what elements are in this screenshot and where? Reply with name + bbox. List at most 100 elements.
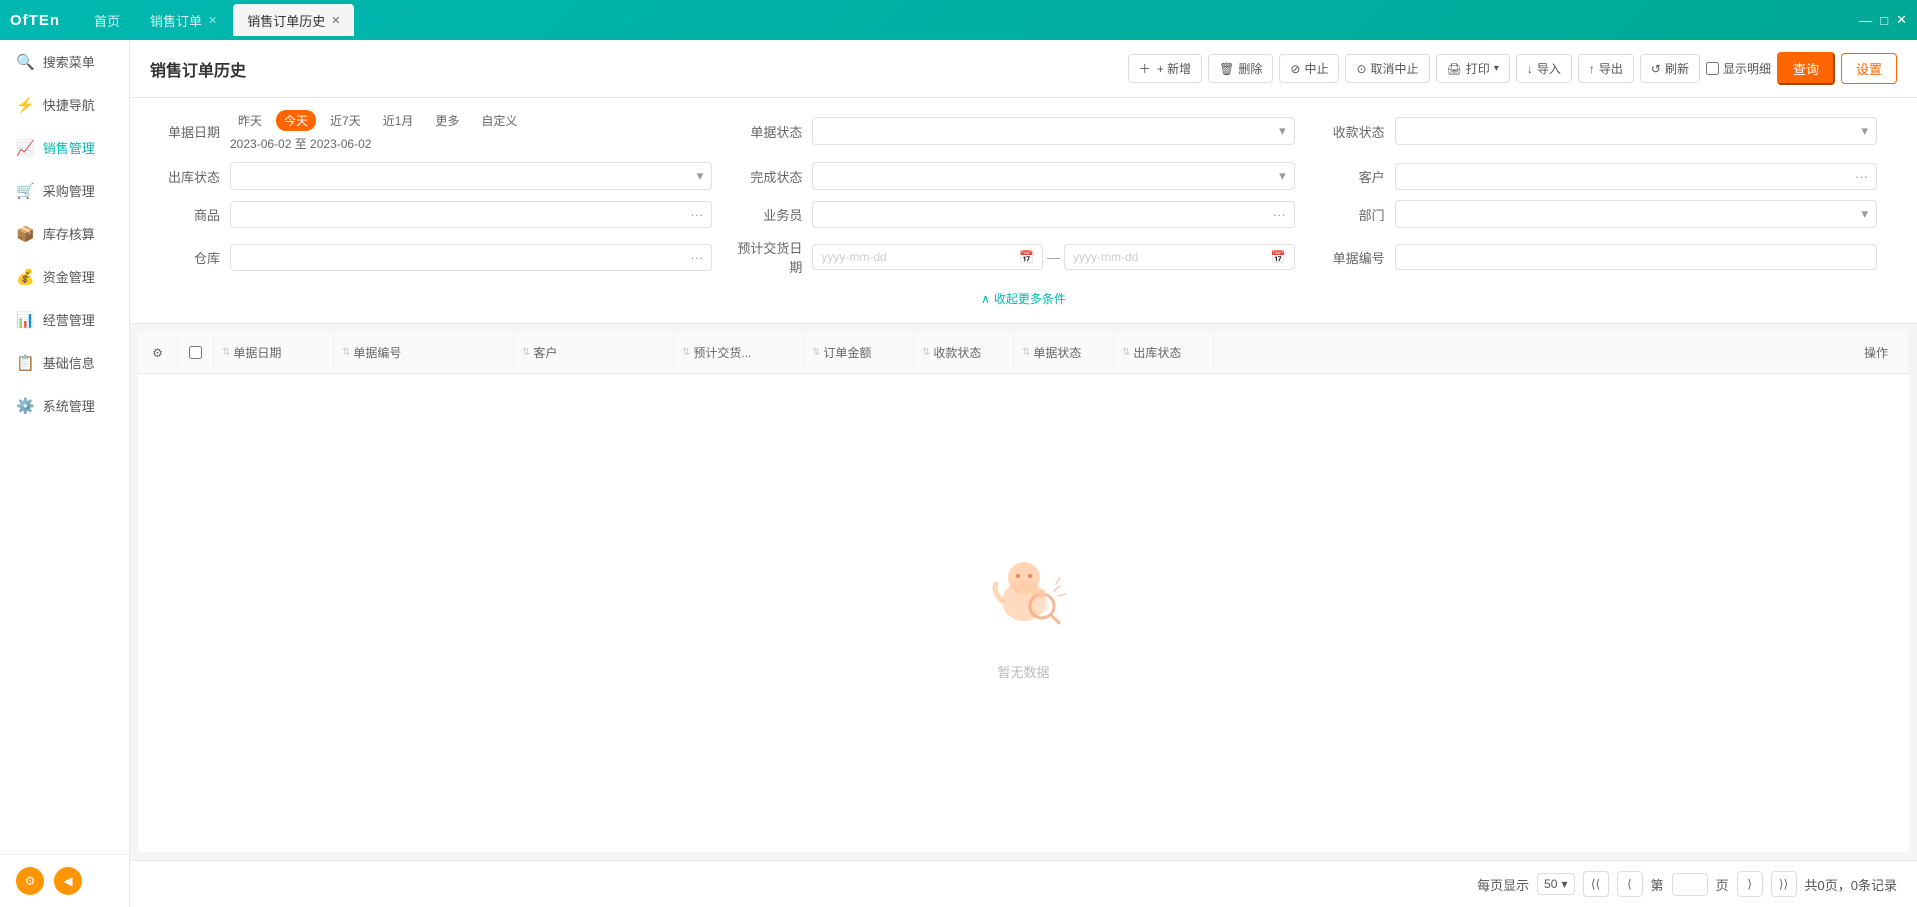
empty-icon (974, 546, 1074, 646)
date-more[interactable]: 更多 (427, 110, 467, 131)
export-icon: ↑ (1589, 62, 1595, 76)
th-settings[interactable]: ⚙ (138, 336, 178, 370)
settings-bottom-icon[interactable]: ⚙ (16, 867, 44, 895)
close-tab-history-icon[interactable]: ✕ (331, 14, 340, 27)
cancel-stop-button[interactable]: ⊙ 取消中止 (1345, 54, 1429, 83)
quick-nav-icon: ⚡ (16, 96, 35, 114)
delete-button[interactable]: 🗑 删除 (1208, 54, 1273, 83)
plus-icon: ＋ (1139, 60, 1151, 77)
complete-status-label: 完成状态 (732, 167, 812, 186)
expected-date-end[interactable]: yyyy-mm-dd 📅 (1064, 244, 1295, 270)
expected-date-start[interactable]: yyyy-mm-dd 📅 (812, 244, 1043, 270)
customer-field[interactable]: ··· (1395, 163, 1877, 190)
print-arrow-icon: ▾ (1494, 63, 1499, 74)
collapse-bar[interactable]: ∧ 收起更多条件 (150, 286, 1897, 311)
order-status-arrow-icon: ▾ (1279, 123, 1286, 139)
page-header: 销售订单历史 ＋ + 新增 🗑 删除 ⊘ 中止 ⊙ 取消中止 (130, 40, 1917, 98)
out-status-select[interactable]: ▾ (230, 162, 712, 190)
th-order-no[interactable]: ⇅ 单据编号 (334, 334, 514, 371)
department-select[interactable]: ▾ (1395, 200, 1877, 228)
sort-icon-customer: ⇅ (522, 347, 530, 358)
date-custom[interactable]: 自定义 (473, 110, 525, 131)
date-1month[interactable]: 近1月 (375, 110, 422, 131)
select-all-checkbox[interactable] (189, 346, 202, 359)
order-status-select[interactable]: ▾ (812, 117, 1294, 145)
warehouse-dots-icon: ··· (690, 250, 703, 265)
sidebar-item-search[interactable]: 🔍 搜索菜单 (0, 40, 129, 83)
out-status-label: 出库状态 (150, 167, 230, 186)
sidebar-item-finance[interactable]: 💰 资金管理 (0, 255, 129, 298)
salesperson-dots-icon: ··· (1273, 207, 1286, 222)
department-label: 部门 (1315, 205, 1395, 224)
th-action: 操作 (1214, 334, 1909, 371)
order-no-input[interactable] (1395, 244, 1877, 270)
collapse-sidebar-icon[interactable]: ◀ (54, 867, 82, 895)
table-header: ⚙ ⇅ 单据日期 ⇅ 单据编号 ⇅ 客户 ⇅ (138, 332, 1909, 374)
page-number-input[interactable]: 1 (1672, 873, 1708, 896)
sidebar-item-system[interactable]: ⚙️ 系统管理 (0, 384, 129, 427)
minimize-icon[interactable]: — (1859, 13, 1872, 28)
date-filter-wrapper: 昨天 今天 近7天 近1月 更多 自定义 2023-06-02 至 2023-0… (230, 110, 525, 152)
tab-list: 首页 销售订单 ✕ 销售订单历史 ✕ (80, 4, 1859, 36)
sidebar-item-sales[interactable]: 📈 销售管理 (0, 126, 129, 169)
calendar-start-icon: 📅 (1019, 250, 1034, 264)
th-date[interactable]: ⇅ 单据日期 (214, 334, 334, 371)
first-page-button[interactable]: ⟨⟨ (1583, 871, 1609, 897)
sidebar-item-inventory[interactable]: 📦 库存核算 (0, 212, 129, 255)
th-delivery[interactable]: ⇅ 预计交货... (674, 334, 804, 371)
gear-icon: ⚙ (152, 346, 163, 360)
tab-sales-order-history[interactable]: 销售订单历史 ✕ (233, 4, 354, 36)
th-checkbox[interactable] (178, 336, 214, 369)
page-size-select[interactable]: 50 ▾ (1537, 873, 1574, 895)
export-button[interactable]: ↑ 导出 (1578, 54, 1634, 83)
goods-field[interactable]: ··· (230, 201, 712, 228)
sort-icon-out-status: ⇅ (1122, 347, 1130, 358)
th-out-status[interactable]: ⇅ 出库状态 (1114, 334, 1214, 371)
import-icon: ↓ (1527, 62, 1533, 76)
setting-button[interactable]: 设置 (1841, 53, 1897, 84)
tab-sales-order[interactable]: 销售订单 ✕ (136, 4, 231, 36)
th-customer[interactable]: ⇅ 客户 (514, 334, 674, 371)
warehouse-field[interactable]: ··· (230, 244, 712, 271)
sidebar-item-purchase[interactable]: 🛒 采购管理 (0, 169, 129, 212)
order-status-group: 单据状态 ▾ (732, 117, 1294, 145)
page-size-label: 每页显示 (1477, 875, 1529, 894)
last-page-button[interactable]: ⟩⟩ (1771, 871, 1797, 897)
stop-button[interactable]: ⊘ 中止 (1279, 54, 1339, 83)
th-amount[interactable]: ⇅ 订单金额 (804, 334, 914, 371)
sidebar-item-basic-info[interactable]: 📋 基础信息 (0, 341, 129, 384)
next-page-button[interactable]: ⟩ (1737, 871, 1763, 897)
th-payment-status[interactable]: ⇅ 收款状态 (914, 334, 1014, 371)
query-button[interactable]: 查询 (1777, 52, 1835, 85)
prev-page-button[interactable]: ⟨ (1617, 871, 1643, 897)
payment-status-select[interactable]: ▾ (1395, 117, 1877, 145)
show-detail-checkbox[interactable] (1706, 62, 1719, 75)
out-status-arrow-icon: ▾ (697, 168, 704, 184)
purchase-icon: 🛒 (16, 182, 35, 200)
complete-status-select[interactable]: ▾ (812, 162, 1294, 190)
refresh-button[interactable]: ↺ 刷新 (1640, 54, 1700, 83)
window-close-icon[interactable]: ✕ (1896, 12, 1907, 28)
close-tab-sales-order-icon[interactable]: ✕ (208, 14, 217, 27)
date-7days[interactable]: 近7天 (322, 110, 369, 131)
date-yesterday[interactable]: 昨天 (230, 110, 270, 131)
inventory-icon: 📦 (16, 225, 35, 243)
date-today[interactable]: 今天 (276, 110, 316, 131)
sidebar-bottom: ⚙ ◀ (0, 854, 129, 907)
sidebar-item-operations[interactable]: 📊 经营管理 (0, 298, 129, 341)
operations-icon: 📊 (16, 311, 35, 329)
goods-group: 商品 ··· (150, 201, 712, 228)
th-order-status[interactable]: ⇅ 单据状态 (1014, 334, 1114, 371)
new-button[interactable]: ＋ + 新增 (1128, 54, 1202, 83)
date-separator: — (1047, 250, 1060, 265)
tab-home[interactable]: 首页 (80, 4, 134, 36)
sidebar-item-quick-nav[interactable]: ⚡ 快捷导航 (0, 83, 129, 126)
sort-icon-delivery: ⇅ (682, 347, 690, 358)
print-button[interactable]: 🖨 打印 ▾ (1436, 54, 1510, 83)
import-button[interactable]: ↓ 导入 (1516, 54, 1572, 83)
page-size-arrow-icon: ▾ (1561, 877, 1567, 891)
salesperson-field[interactable]: ··· (812, 201, 1294, 228)
show-detail-checkbox-label[interactable]: 显示明细 (1706, 60, 1771, 77)
maximize-icon[interactable]: □ (1880, 13, 1888, 28)
sort-icon-order-status: ⇅ (1022, 347, 1030, 358)
